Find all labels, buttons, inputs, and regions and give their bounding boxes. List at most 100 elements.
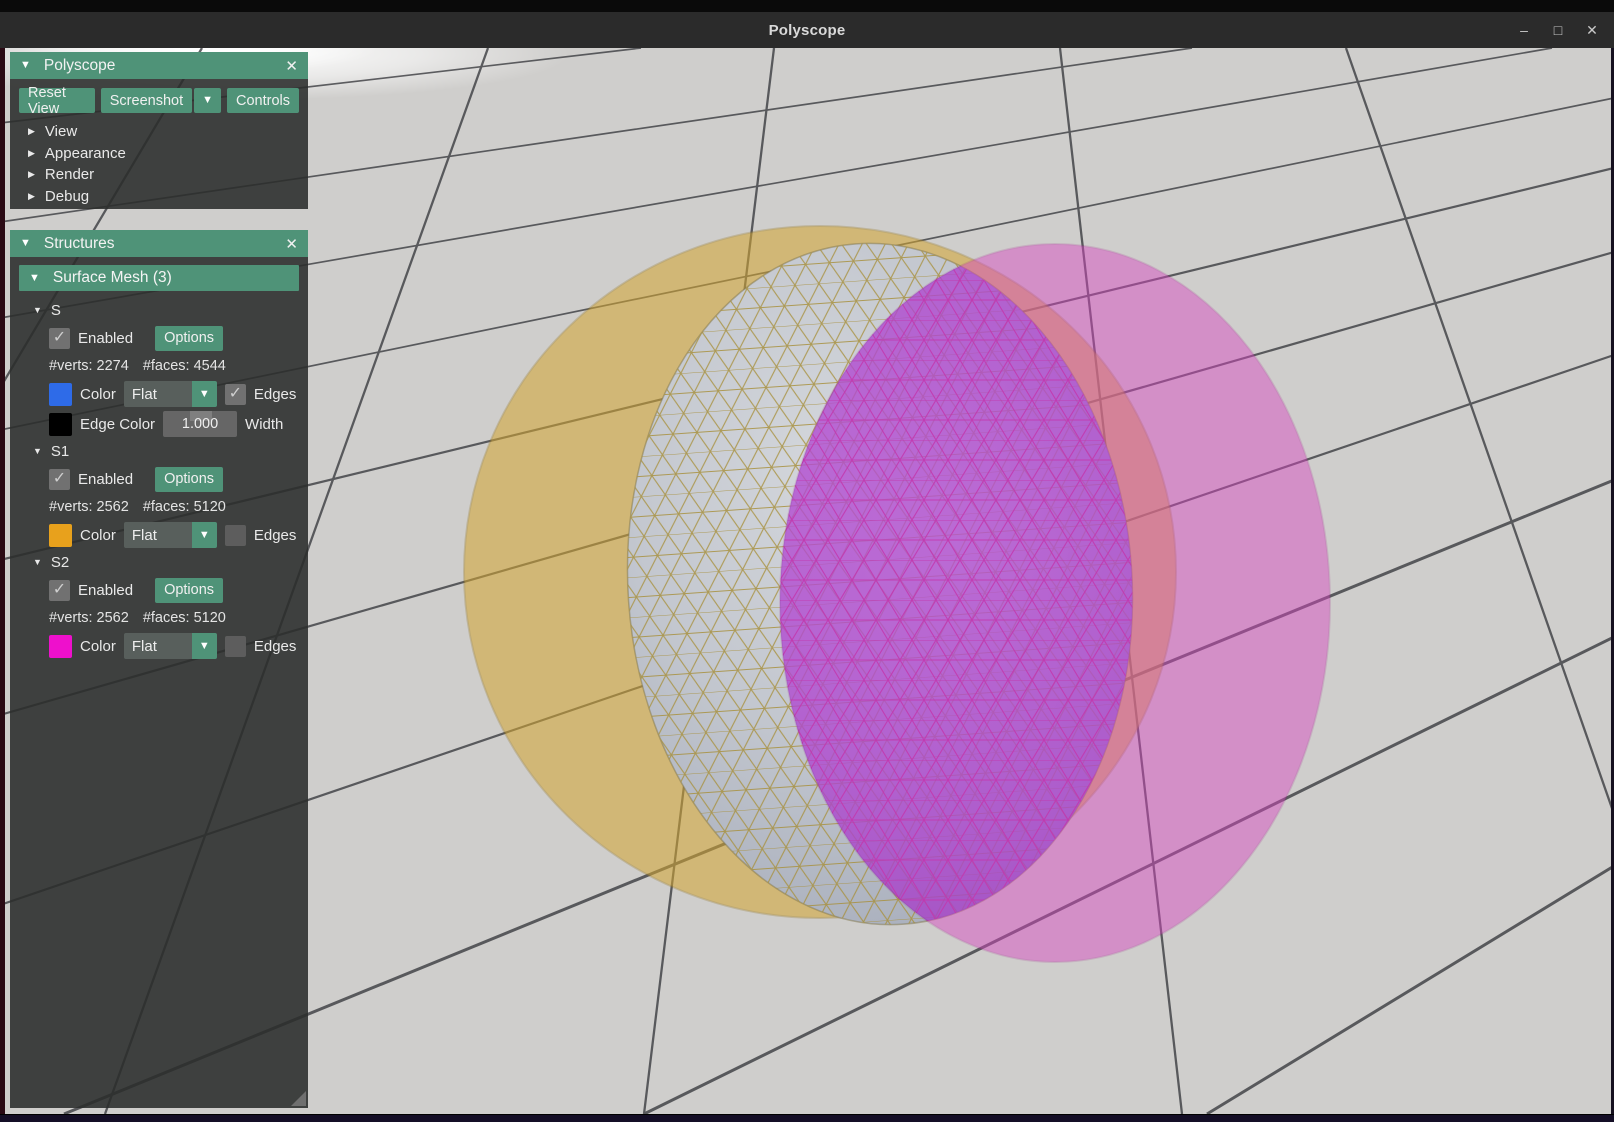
verts-count: #verts: 2562 bbox=[49, 610, 129, 626]
edges-checkbox[interactable] bbox=[225, 525, 246, 546]
polyscope-panel: ▼ Polyscope ✕ Reset View Screenshot ▼ Co… bbox=[10, 52, 308, 209]
mesh-header-s2[interactable]: ▼ S2 bbox=[19, 550, 299, 575]
dropdown-arrow: ▼ bbox=[192, 381, 217, 407]
edges-label: Edges bbox=[254, 527, 297, 544]
mesh-stats: #verts: 2562 #faces: 5120 bbox=[19, 494, 299, 520]
shading-value: Flat bbox=[124, 522, 192, 548]
tree-item-debug[interactable]: ▶ Debug bbox=[19, 186, 299, 208]
mesh-header-s1[interactable]: ▼ S1 bbox=[19, 439, 299, 464]
panel-resize-grip[interactable] bbox=[291, 1091, 306, 1106]
structures-panel-header[interactable]: ▼ Structures ✕ bbox=[10, 230, 308, 257]
expand-arrow-icon: ▶ bbox=[28, 149, 35, 158]
chevron-down-icon: ▼ bbox=[202, 95, 213, 106]
width-label: Width bbox=[245, 416, 283, 433]
edge-width-drag[interactable]: 1.000 bbox=[163, 411, 237, 437]
collapse-arrow-icon: ▼ bbox=[33, 306, 42, 315]
color-swatch[interactable] bbox=[49, 383, 72, 406]
collapse-arrow-icon: ▼ bbox=[33, 558, 42, 567]
faces-count: #faces: 5120 bbox=[143, 499, 226, 515]
color-label: Color bbox=[80, 386, 116, 403]
tree-item-label: View bbox=[45, 123, 77, 140]
dropdown-arrow: ▼ bbox=[192, 633, 217, 659]
faces-count: #faces: 4544 bbox=[143, 358, 226, 374]
color-label: Color bbox=[80, 527, 116, 544]
close-icon[interactable]: ✕ bbox=[285, 57, 298, 75]
mesh-stats: #verts: 2274 #faces: 4544 bbox=[19, 353, 299, 379]
structures-panel: ▼ Structures ✕ ▼ Surface Mesh (3) ▼ S ✓ … bbox=[10, 230, 308, 1108]
maximize-button[interactable]: □ bbox=[1548, 12, 1568, 48]
sphere-s2-pink bbox=[780, 244, 1330, 962]
polyscope-panel-title: Polyscope bbox=[44, 57, 286, 75]
check-icon: ✓ bbox=[53, 471, 66, 487]
toolbar: Reset View Screenshot ▼ Controls bbox=[19, 88, 299, 113]
edges-checkbox[interactable] bbox=[225, 636, 246, 657]
enabled-label: Enabled bbox=[78, 582, 133, 599]
structures-panel-title: Structures bbox=[44, 235, 286, 253]
screenshot-dropdown-button[interactable]: ▼ bbox=[194, 88, 221, 113]
shading-dropdown[interactable]: Flat ▼ bbox=[124, 633, 217, 659]
tree-item-label: Render bbox=[45, 166, 94, 183]
edges-label: Edges bbox=[254, 638, 297, 655]
shading-dropdown[interactable]: Flat ▼ bbox=[124, 381, 217, 407]
surface-mesh-group-header[interactable]: ▼ Surface Mesh (3) bbox=[19, 265, 299, 291]
tree-item-appearance[interactable]: ▶ Appearance bbox=[19, 143, 299, 165]
check-icon: ✓ bbox=[229, 386, 242, 402]
enabled-checkbox[interactable]: ✓ bbox=[49, 328, 70, 349]
close-icon[interactable]: ✕ bbox=[285, 235, 298, 253]
window-frame-top bbox=[0, 0, 1614, 12]
mesh-stats: #verts: 2562 #faces: 5120 bbox=[19, 605, 299, 631]
options-button[interactable]: Options bbox=[155, 467, 223, 492]
edges-label: Edges bbox=[254, 386, 297, 403]
collapse-arrow-icon: ▼ bbox=[33, 447, 42, 456]
color-swatch[interactable] bbox=[49, 635, 72, 658]
surface-mesh-group-label: Surface Mesh (3) bbox=[53, 269, 172, 287]
tree-item-label: Appearance bbox=[45, 145, 126, 162]
mesh-name: S1 bbox=[51, 443, 69, 460]
dropdown-arrow: ▼ bbox=[192, 522, 217, 548]
faces-count: #faces: 5120 bbox=[143, 610, 226, 626]
controls-button[interactable]: Controls bbox=[227, 88, 299, 113]
enabled-checkbox[interactable]: ✓ bbox=[49, 580, 70, 601]
shading-dropdown[interactable]: Flat ▼ bbox=[124, 522, 217, 548]
tree-item-view[interactable]: ▶ View bbox=[19, 121, 299, 143]
verts-count: #verts: 2562 bbox=[49, 499, 129, 515]
shading-value: Flat bbox=[124, 381, 192, 407]
shading-value: Flat bbox=[124, 633, 192, 659]
minimize-button[interactable]: – bbox=[1514, 12, 1534, 48]
edge-color-swatch[interactable] bbox=[49, 413, 72, 436]
edge-color-label: Edge Color bbox=[80, 416, 155, 433]
options-button[interactable]: Options bbox=[155, 326, 223, 351]
chevron-down-icon: ▼ bbox=[199, 641, 210, 652]
window-controls: – □ ✕ bbox=[1514, 12, 1602, 48]
mesh-name: S2 bbox=[51, 554, 69, 571]
titlebar[interactable]: Polyscope – □ ✕ bbox=[0, 12, 1614, 48]
chevron-down-icon: ▼ bbox=[199, 389, 210, 400]
color-label: Color bbox=[80, 638, 116, 655]
reset-view-button[interactable]: Reset View bbox=[19, 88, 95, 113]
enabled-label: Enabled bbox=[78, 471, 133, 488]
check-icon: ✓ bbox=[53, 330, 66, 346]
collapse-arrow-icon[interactable]: ▼ bbox=[20, 238, 31, 249]
verts-count: #verts: 2274 bbox=[49, 358, 129, 374]
collapse-arrow-icon[interactable]: ▼ bbox=[20, 60, 31, 71]
screenshot-button[interactable]: Screenshot bbox=[101, 88, 192, 113]
check-icon: ✓ bbox=[53, 582, 66, 598]
color-swatch[interactable] bbox=[49, 524, 72, 547]
tree-item-render[interactable]: ▶ Render bbox=[19, 164, 299, 186]
window-title: Polyscope bbox=[769, 22, 846, 39]
close-button[interactable]: ✕ bbox=[1582, 12, 1602, 48]
enabled-label: Enabled bbox=[78, 330, 133, 347]
mesh-header-s[interactable]: ▼ S bbox=[19, 298, 299, 323]
edge-width-value: 1.000 bbox=[182, 416, 218, 432]
window-frame-left bbox=[0, 48, 5, 1114]
collapse-arrow-icon: ▼ bbox=[29, 273, 40, 284]
mesh-name: S bbox=[51, 302, 61, 319]
expand-arrow-icon: ▶ bbox=[28, 170, 35, 179]
edges-checkbox[interactable]: ✓ bbox=[225, 384, 246, 405]
expand-arrow-icon: ▶ bbox=[28, 127, 35, 136]
enabled-checkbox[interactable]: ✓ bbox=[49, 469, 70, 490]
options-button[interactable]: Options bbox=[155, 578, 223, 603]
tree-item-label: Debug bbox=[45, 188, 89, 205]
chevron-down-icon: ▼ bbox=[199, 530, 210, 541]
polyscope-panel-header[interactable]: ▼ Polyscope ✕ bbox=[10, 52, 308, 79]
